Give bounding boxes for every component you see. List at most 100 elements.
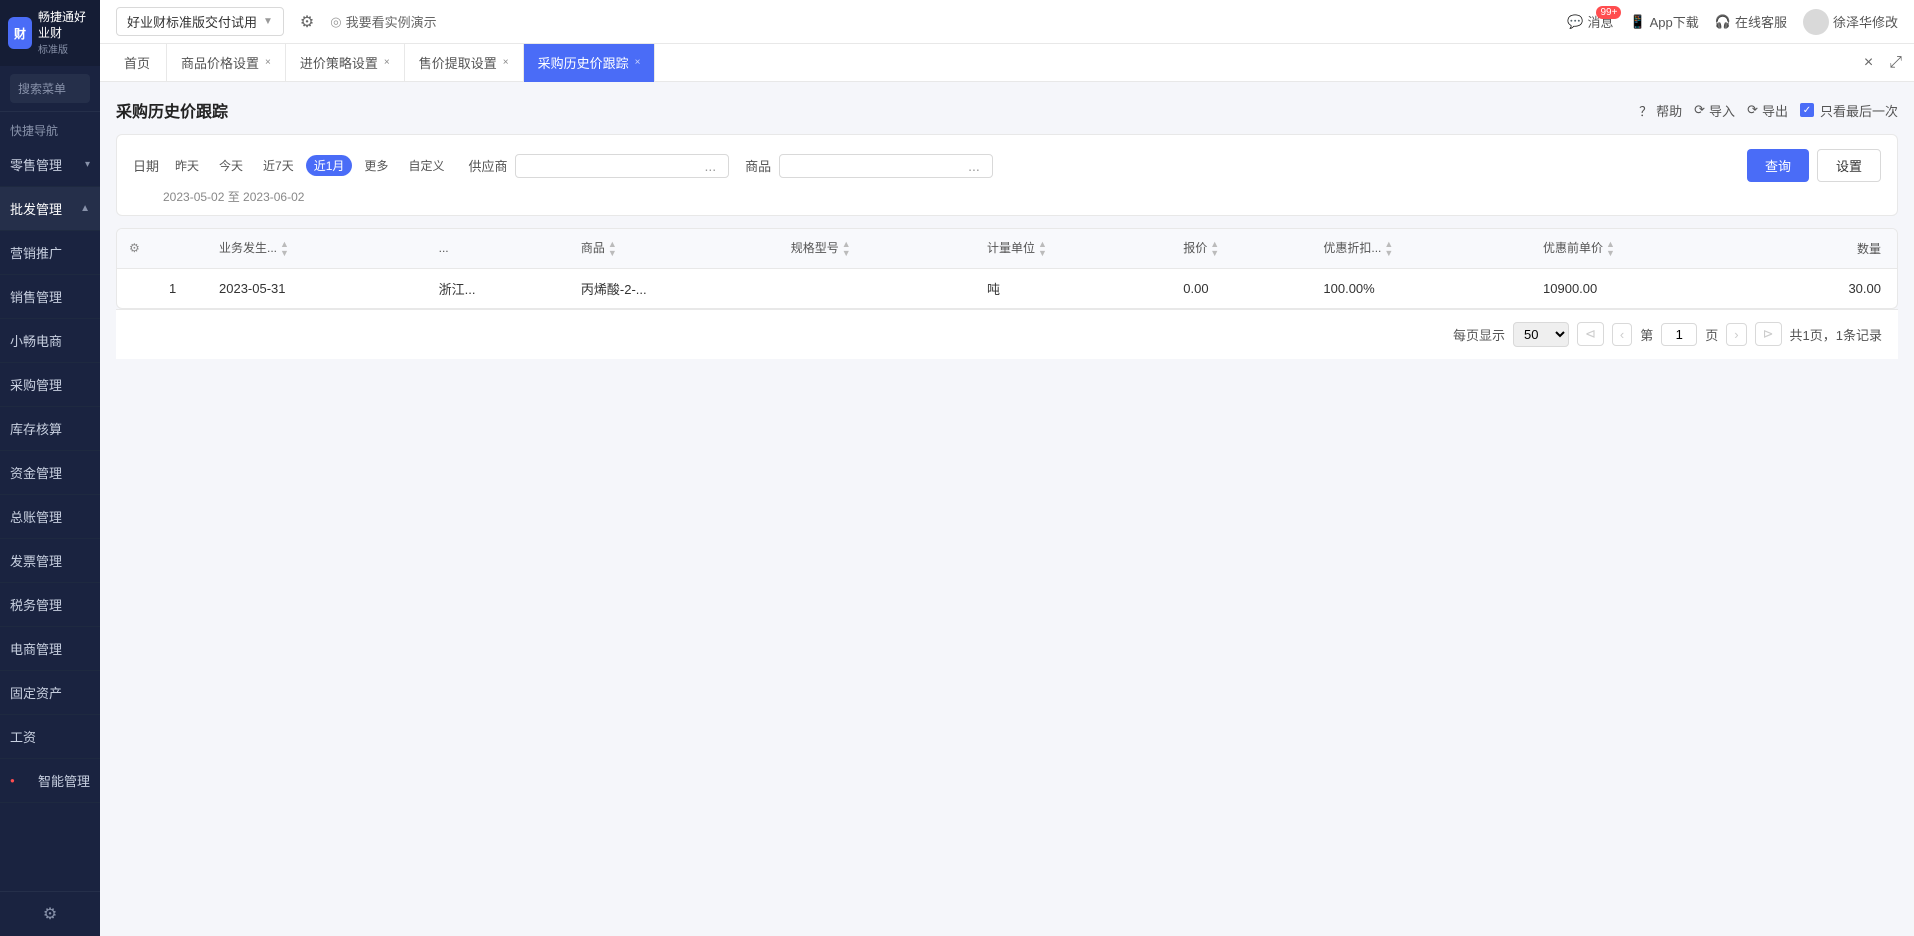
col-dots: ...: [427, 229, 569, 268]
col-spec[interactable]: 规格型号▲▼: [779, 229, 975, 268]
expand-button[interactable]: ⤢: [1885, 50, 1906, 76]
sidebar-item-7[interactable]: 资金管理: [0, 451, 100, 495]
checkbox-icon: [1800, 103, 1814, 117]
search-menu-button[interactable]: 搜索菜单: [10, 74, 90, 103]
sidebar-item-label: 销售管理: [10, 287, 62, 306]
supplier-input[interactable]: [524, 158, 700, 173]
date-pill-0[interactable]: 昨天: [167, 155, 207, 176]
sort-icon: ▲▼: [1210, 240, 1219, 258]
col-goods[interactable]: 商品▲▼: [569, 229, 779, 268]
supplier-dots-button[interactable]: ...: [700, 158, 720, 174]
supplier-filter-group: 供应商 ...: [468, 154, 729, 178]
sidebar-item-3[interactable]: 销售管理: [0, 275, 100, 319]
date-pill-3[interactable]: 近1月: [306, 155, 353, 176]
filter-settings-button[interactable]: 设置: [1817, 149, 1881, 182]
user-name: 徐泽华修改: [1833, 12, 1898, 31]
sidebar-item-5[interactable]: 采购管理: [0, 363, 100, 407]
sidebar: 财 畅捷通好业财 标准版 搜索菜单 快捷导航 零售管理▾批发管理▲营销推广销售管…: [0, 0, 100, 936]
question-icon: ？: [1639, 101, 1652, 120]
date-pill-4[interactable]: 更多: [356, 155, 396, 176]
prev-page-button[interactable]: ‹: [1612, 323, 1632, 346]
date-pill-1[interactable]: 今天: [211, 155, 251, 176]
goods-dots-button[interactable]: ...: [964, 158, 984, 174]
settings-icon[interactable]: ⚙: [43, 904, 57, 924]
cell-index-0: 1: [157, 268, 207, 308]
online-service-button[interactable]: 🎧 在线客服: [1715, 12, 1787, 31]
page-actions: ？ 帮助 ⟳ 导入 ⟳ 导出 只看最后一次: [1639, 101, 1898, 120]
export-button[interactable]: ⟳ 导出: [1747, 101, 1788, 120]
sidebar-item-label: 采购管理: [10, 375, 62, 394]
tab-close-3[interactable]: ×: [503, 57, 509, 68]
col-unit-price[interactable]: 优惠前单价▲▼: [1531, 229, 1755, 268]
sidebar-item-13[interactable]: 工资: [0, 715, 100, 759]
sidebar-item-4[interactable]: 小畅电商: [0, 319, 100, 363]
query-button[interactable]: 查询: [1747, 149, 1809, 182]
date-range-display: 2023-05-02 至 2023-06-02: [163, 188, 1881, 205]
tab-close-2[interactable]: ×: [384, 57, 390, 68]
tab-4[interactable]: 采购历史价跟踪 ×: [524, 44, 656, 82]
col-date[interactable]: 业务发生...▲▼: [207, 229, 427, 268]
tab-label-1: 商品价格设置: [181, 53, 259, 72]
sort-icon: ▲▼: [280, 240, 289, 258]
app-download-button[interactable]: 📱 App下载: [1629, 12, 1698, 31]
tabbar: 首页商品价格设置×进价策略设置×售价提取设置×采购历史价跟踪× × ⤢: [100, 44, 1914, 82]
data-table-wrap: ⚙ 业务发生...▲▼ ... 商品▲▼ 规格型号▲▼: [116, 228, 1898, 309]
tab-close-1[interactable]: ×: [265, 57, 271, 68]
sidebar-item-2[interactable]: 营销推广: [0, 231, 100, 275]
message-button[interactable]: 💬 消息 99+: [1567, 12, 1613, 31]
sidebar-bottom: ⚙: [0, 891, 100, 936]
per-page-label: 每页显示: [1453, 325, 1505, 344]
per-page-select[interactable]: 50 100 200: [1513, 322, 1569, 347]
date-pill-5[interactable]: 自定义: [400, 155, 452, 176]
cell-discount-0: 100.00%: [1311, 268, 1531, 308]
col-unit[interactable]: 计量单位▲▼: [975, 229, 1171, 268]
help-button[interactable]: ？ 帮助: [1639, 101, 1682, 120]
tab-1[interactable]: 商品价格设置 ×: [167, 44, 286, 82]
date-pills: 昨天今天近7天近1月更多自定义: [167, 155, 452, 176]
supplier-label: 供应商: [468, 156, 507, 175]
col-price[interactable]: 报价▲▼: [1171, 229, 1311, 268]
last-page-button[interactable]: ⊳: [1755, 322, 1782, 346]
sidebar-item-9[interactable]: 发票管理: [0, 539, 100, 583]
version-selector[interactable]: 好业财标准版交付试用 ▼: [116, 7, 284, 36]
sidebar-item-10[interactable]: 税务管理: [0, 583, 100, 627]
import-button[interactable]: ⟳ 导入: [1694, 101, 1735, 120]
cell-price-0: 0.00: [1171, 268, 1311, 308]
table-row[interactable]: 1 2023-05-31 浙江... 丙烯酸-2-... 吨 0.00 100.…: [117, 268, 1897, 308]
next-page-button[interactable]: ›: [1726, 323, 1746, 346]
tab-2[interactable]: 进价策略设置 ×: [286, 44, 405, 82]
date-label: 日期: [133, 156, 159, 175]
sidebar-item-label: 工资: [10, 727, 36, 746]
supplier-input-wrap: ...: [515, 154, 729, 178]
table-gear-icon[interactable]: ⚙: [129, 241, 140, 255]
page-input[interactable]: [1661, 323, 1697, 346]
date-pill-2[interactable]: 近7天: [255, 155, 302, 176]
sidebar-item-label: 总账管理: [10, 507, 62, 526]
gear-icon[interactable]: ⚙: [296, 8, 318, 36]
chevron-down-icon: ▼: [263, 16, 273, 27]
tab-0[interactable]: 首页: [108, 44, 167, 82]
sidebar-item-label: 固定资产: [10, 683, 62, 702]
close-tab-button[interactable]: ×: [1860, 50, 1877, 76]
sidebar-item-1[interactable]: 批发管理▲: [0, 187, 100, 231]
pagination-bar: 每页显示 50 100 200 ⊲ ‹ 第 页 › ⊳ 共1页，1条记录: [116, 309, 1898, 359]
sidebar-item-0[interactable]: 零售管理▾: [0, 143, 100, 187]
sidebar-nav: 零售管理▾批发管理▲营销推广销售管理小畅电商采购管理库存核算资金管理总账管理发票…: [0, 143, 100, 803]
tab-label-4: 采购历史价跟踪: [538, 53, 629, 72]
tab-close-4[interactable]: ×: [635, 57, 641, 68]
demo-button[interactable]: ◎ 我要看实例演示: [330, 12, 436, 31]
sidebar-item-11[interactable]: 电商管理: [0, 627, 100, 671]
first-page-button[interactable]: ⊲: [1577, 322, 1604, 346]
page-header: 采购历史价跟踪 ？ 帮助 ⟳ 导入 ⟳ 导出 只看最后一次: [116, 98, 1898, 122]
only-last-checkbox[interactable]: 只看最后一次: [1800, 101, 1898, 120]
sidebar-item-6[interactable]: 库存核算: [0, 407, 100, 451]
sidebar-item-12[interactable]: 固定资产: [0, 671, 100, 715]
col-discount[interactable]: 优惠折扣...▲▼: [1311, 229, 1531, 268]
user-menu[interactable]: 徐泽华修改: [1803, 9, 1898, 35]
demo-icon: ◎: [330, 14, 341, 30]
tab-3[interactable]: 售价提取设置×: [405, 44, 524, 82]
tab-label-2: 进价策略设置: [300, 53, 378, 72]
sidebar-item-8[interactable]: 总账管理: [0, 495, 100, 539]
sidebar-item-14[interactable]: 智能管理: [0, 759, 100, 803]
goods-input[interactable]: [788, 158, 964, 173]
